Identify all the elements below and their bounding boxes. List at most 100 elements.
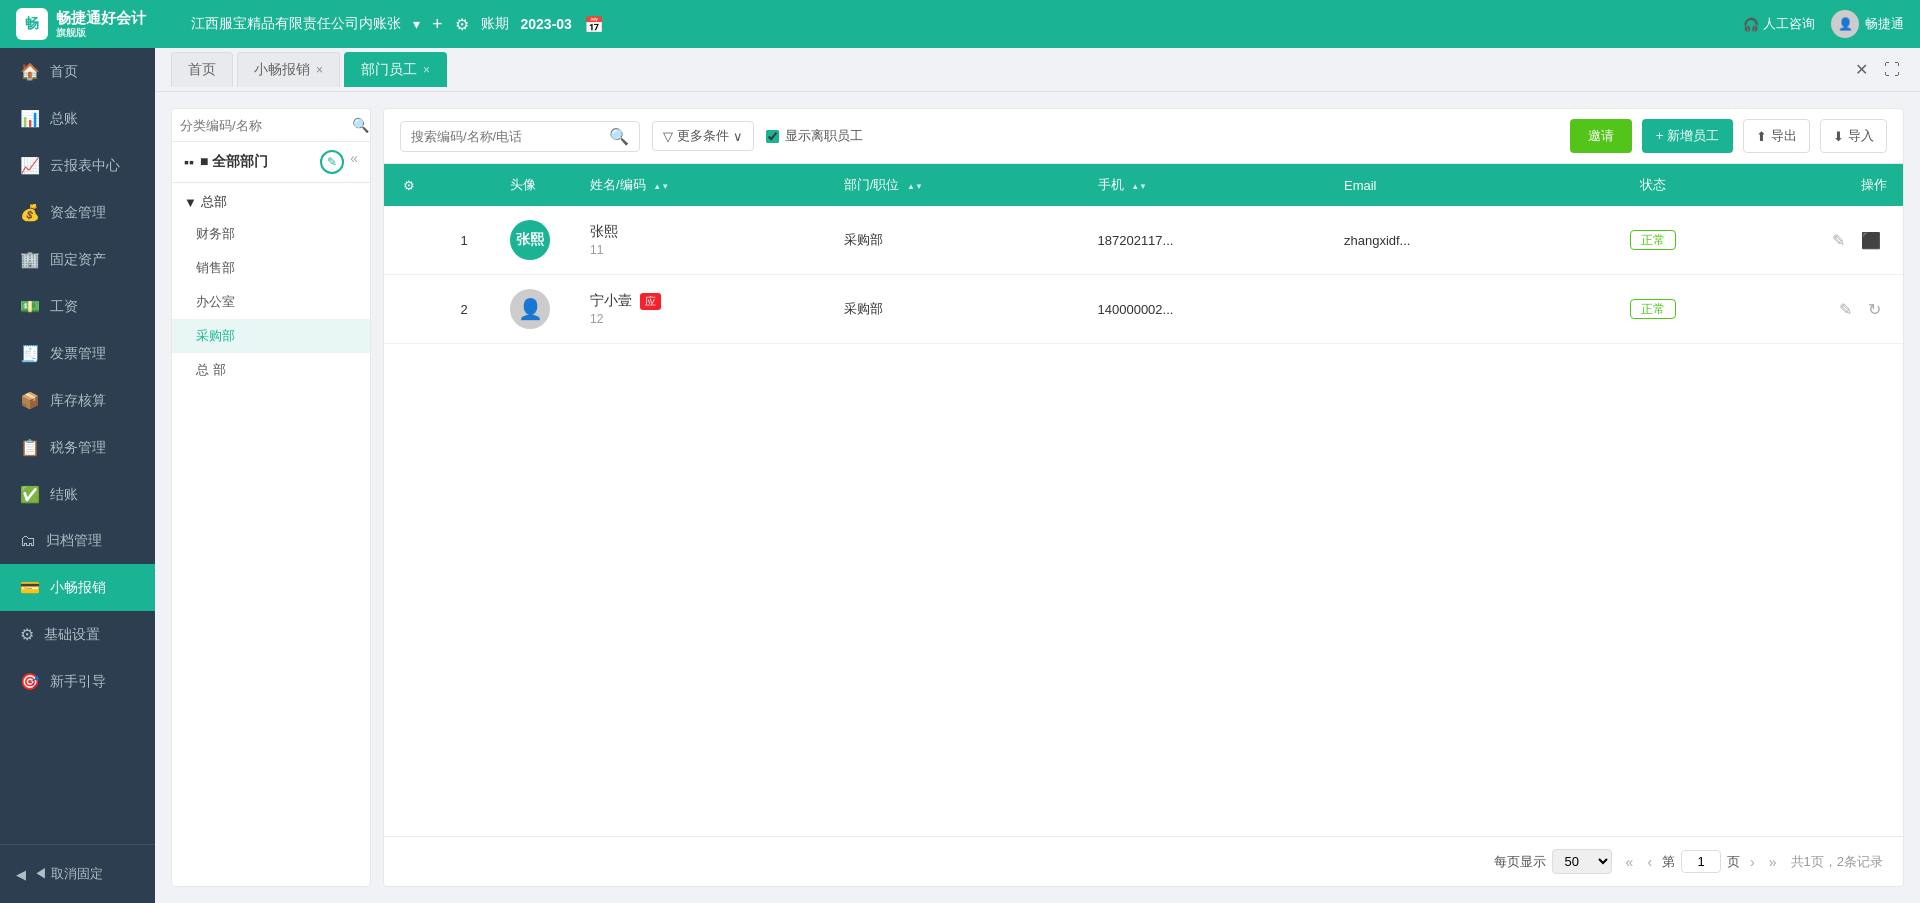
sidebar-item-home[interactable]: 🏠 首页: [0, 48, 155, 95]
user-area[interactable]: 👤 畅捷通: [1831, 10, 1904, 38]
row2-action-cell: ✎ ↻: [1753, 275, 1903, 344]
row2-tag-badge: 应: [640, 293, 661, 310]
next-page-button[interactable]: ›: [1746, 852, 1759, 872]
tab-bar-controls: ✕ ⛶: [1851, 56, 1904, 83]
tab-expand-button[interactable]: ⛶: [1880, 56, 1904, 83]
filter-button[interactable]: ▽ 更多条件 ∨: [652, 121, 754, 151]
tab-home[interactable]: 首页: [171, 52, 233, 87]
dept-parent-general[interactable]: ▼ 总部: [172, 187, 370, 217]
dept-edit-button[interactable]: ✎: [320, 150, 344, 174]
employee-search-input[interactable]: [411, 129, 603, 144]
table-header-no: [434, 164, 494, 206]
sidebar-item-settings[interactable]: ⚙ 基础设置: [0, 611, 155, 658]
table-header-settings[interactable]: ⚙: [384, 164, 434, 206]
sidebar-item-archive[interactable]: 🗂 归档管理: [0, 518, 155, 564]
sidebar-label-general-ledger: 总账: [50, 110, 78, 128]
main-layout: 🏠 首页 📊 总账 📈 云报表中心 💰 资金管理 🏢 固定资产 💵 工资 🧾 发…: [0, 48, 1920, 903]
sidebar-item-expense[interactable]: 💳 小畅报销: [0, 564, 155, 611]
import-label: 导入: [1848, 127, 1874, 145]
export-label: 导出: [1771, 127, 1797, 145]
employee-search-box: 🔍: [400, 121, 640, 152]
archive-icon: 🗂: [20, 532, 36, 550]
dept-arrow-icon: ▼: [184, 195, 197, 210]
toolbar-right: 邀请 + 新增员工 ⬆ 导出 ⬇ 导入: [1570, 119, 1887, 153]
per-page-dropdown[interactable]: 20 50 100: [1552, 849, 1612, 874]
company-dropdown-button[interactable]: ▾: [413, 16, 420, 32]
name-sort-icon[interactable]: ▲▼: [653, 182, 669, 191]
tab-dept[interactable]: 部门员工 ×: [344, 52, 447, 87]
sidebar-label-expense: 小畅报销: [50, 579, 106, 597]
sidebar-item-guide[interactable]: 🎯 新手引导: [0, 658, 155, 705]
first-page-button[interactable]: «: [1622, 852, 1638, 872]
sidebar-label-assets: 固定资产: [50, 251, 106, 269]
sidebar-bottom: ◀ ◀ 取消固定: [0, 844, 155, 903]
sidebar-item-inventory[interactable]: 📦 库存核算: [0, 377, 155, 424]
dept-item-general-branch-label: 总 部: [196, 361, 226, 379]
employee-search-icon[interactable]: 🔍: [609, 127, 629, 146]
sidebar-item-funds[interactable]: 💰 资金管理: [0, 189, 155, 236]
name-label: 姓名/编码: [590, 177, 646, 192]
period-value: 2023-03: [521, 16, 572, 32]
period-label: 账期: [481, 15, 509, 33]
sidebar-item-tax[interactable]: 📋 税务管理: [0, 424, 155, 471]
dept-item-office[interactable]: 办公室: [172, 285, 370, 319]
logo-icon: 畅: [16, 8, 48, 40]
prev-page-button[interactable]: ‹: [1643, 852, 1656, 872]
filter-icon: ▽: [663, 129, 673, 144]
sidebar-label-reports: 云报表中心: [50, 157, 120, 175]
dept-item-finance[interactable]: 财务部: [172, 217, 370, 251]
sidebar-item-assets[interactable]: 🏢 固定资产: [0, 236, 155, 283]
row1-phone: 187202117...: [1082, 206, 1328, 275]
export-button[interactable]: ⬆ 导出: [1743, 119, 1810, 153]
show-resigned-checkbox[interactable]: [766, 130, 779, 143]
tab-expense[interactable]: 小畅报销 ×: [237, 52, 340, 87]
sidebar-item-payroll[interactable]: 💵 工资: [0, 283, 155, 330]
tab-close-all-button[interactable]: ✕: [1851, 56, 1872, 83]
dept-tree: ▼ 总部 财务部 销售部 办公室 采购部: [172, 183, 370, 886]
add-employee-button[interactable]: + 新增员工: [1642, 119, 1733, 153]
export-icon: ⬆: [1756, 129, 1767, 144]
sidebar-item-invoice[interactable]: 🧾 发票管理: [0, 330, 155, 377]
dept-collapse-button[interactable]: «: [350, 150, 358, 174]
invoice-icon: 🧾: [20, 344, 40, 363]
calendar-icon[interactable]: 📅: [584, 15, 604, 34]
ledger-icon: 📊: [20, 109, 40, 128]
row2-avatar-cell: 👤: [494, 275, 574, 344]
sidebar-label-archive: 归档管理: [46, 532, 102, 550]
tab-expense-label: 小畅报销: [254, 61, 310, 79]
service-button[interactable]: 🎧 人工咨询: [1743, 15, 1815, 33]
sidebar-item-closing[interactable]: ✅ 结账: [0, 471, 155, 518]
header-add-button[interactable]: +: [432, 14, 443, 35]
import-button[interactable]: ⬇ 导入: [1820, 119, 1887, 153]
funds-icon: 💰: [20, 203, 40, 222]
row2-refresh-button[interactable]: ↻: [1862, 298, 1887, 321]
tab-home-label: 首页: [188, 61, 216, 79]
unpin-button[interactable]: ◀ ◀ 取消固定: [0, 855, 155, 893]
dept-item-general-branch[interactable]: 总 部: [172, 353, 370, 387]
dept-search-input[interactable]: [180, 118, 348, 133]
row1-edit-button[interactable]: ✎: [1826, 229, 1851, 252]
row2-edit-button[interactable]: ✎: [1833, 298, 1858, 321]
dept-search-icon[interactable]: 🔍: [352, 117, 369, 133]
invite-button[interactable]: 邀请: [1570, 119, 1632, 153]
sidebar-item-reports[interactable]: 📈 云报表中心: [0, 142, 155, 189]
tab-dept-close[interactable]: ×: [423, 63, 430, 77]
show-resigned-label[interactable]: 显示离职员工: [766, 127, 863, 145]
row1-settings-cell: [384, 206, 434, 275]
table-header-phone: 手机 ▲▼: [1082, 164, 1328, 206]
row1-code: 11: [590, 243, 812, 257]
employee-table: ⚙ 头像 姓名/编码 ▲▼ 部门/职位 ▲▼: [384, 164, 1903, 836]
all-dept-button[interactable]: ▪▪ ■ 全部部门: [184, 153, 268, 171]
row1-avatar-cell: 张熙: [494, 206, 574, 275]
dept-sort-icon[interactable]: ▲▼: [907, 182, 923, 191]
page-input[interactable]: [1681, 850, 1721, 873]
last-page-button[interactable]: »: [1765, 852, 1781, 872]
header-gear-button[interactable]: ⚙: [455, 15, 469, 34]
row1-logout-button[interactable]: ⬛: [1855, 229, 1887, 252]
sidebar-item-general-ledger[interactable]: 📊 总账: [0, 95, 155, 142]
show-resigned-text: 显示离职员工: [785, 127, 863, 145]
dept-item-sales[interactable]: 销售部: [172, 251, 370, 285]
dept-item-purchase[interactable]: 采购部: [172, 319, 370, 353]
tab-expense-close[interactable]: ×: [316, 63, 323, 77]
phone-sort-icon[interactable]: ▲▼: [1131, 182, 1147, 191]
